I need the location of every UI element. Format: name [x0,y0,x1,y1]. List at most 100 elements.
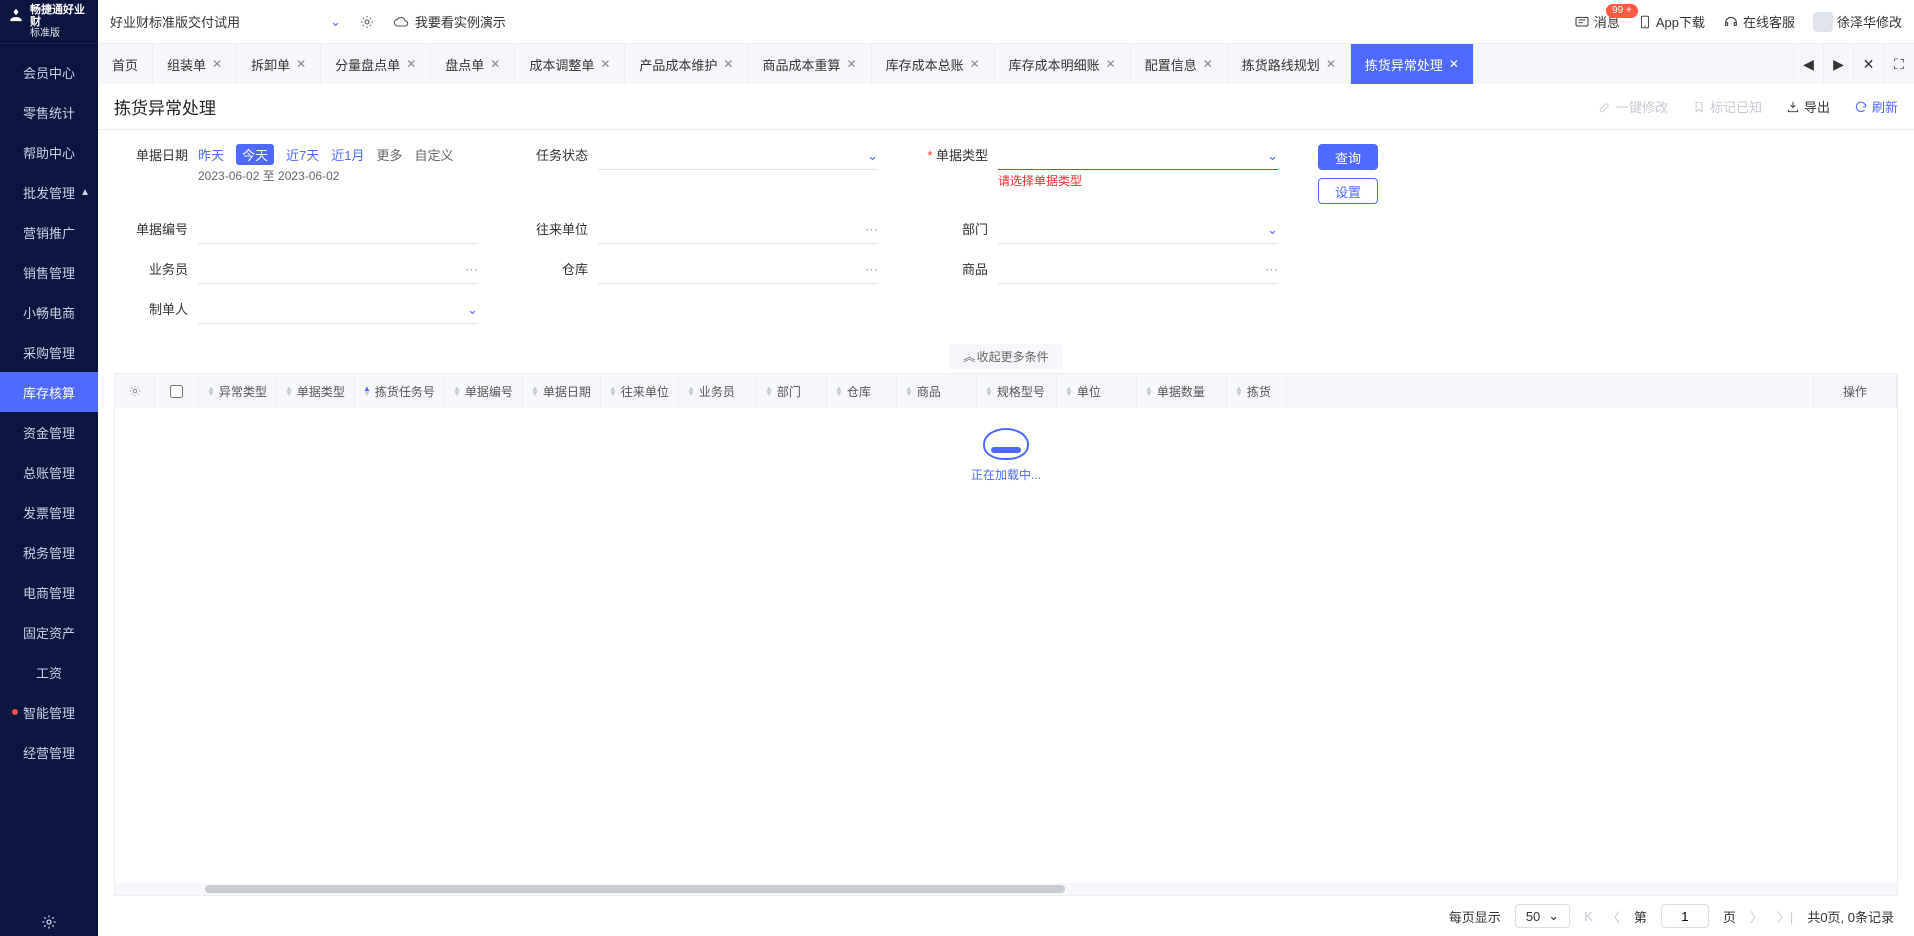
sidebar-item[interactable]: 资金管理 [0,412,98,452]
col-header[interactable]: ▲▼单据数量 [1137,374,1227,408]
tab[interactable]: 首页 [98,44,153,84]
close-icon[interactable]: ✕ [723,57,733,71]
more-icon[interactable]: ⋯ [1265,262,1278,278]
date-preset[interactable]: 近1月 [331,145,364,164]
action-refresh[interactable]: 刷新 [1854,97,1898,116]
pager-first[interactable]: K [1584,909,1593,924]
tabs-fullscreen[interactable]: ⛶ [1884,44,1914,84]
col-header[interactable]: ▲▼单据日期 [523,374,601,408]
table-hscrollbar[interactable] [115,883,1897,895]
filter-goods-input[interactable] [998,258,1278,284]
sidebar-item[interactable]: 税务管理 [0,532,98,572]
col-checkbox[interactable] [155,374,199,408]
sidebar-item[interactable]: 发票管理 [0,492,98,532]
pager-last[interactable]: 〉| [1777,907,1793,926]
col-header[interactable]: ▲▼单位 [1057,374,1137,408]
query-button[interactable]: 查询 [1318,144,1378,170]
more-icon[interactable]: ⋯ [465,262,478,278]
date-preset[interactable]: 自定义 [415,145,454,164]
more-icon[interactable]: ⋯ [865,222,878,238]
tab[interactable]: 成本调整单✕ [515,44,625,84]
sidebar-item[interactable]: 经营管理 [0,732,98,772]
tab[interactable]: 盘点单✕ [431,44,515,84]
col-header[interactable]: ▲▼单据类型 [277,374,355,408]
tabs-close-all[interactable]: ✕ [1854,44,1884,84]
filter-doc-type-input[interactable] [998,144,1278,170]
col-header[interactable]: ▲▼商品 [897,374,977,408]
date-preset[interactable]: 今天 [236,144,274,165]
tab[interactable]: 配置信息✕ [1131,44,1228,84]
per-page-select[interactable]: 50 ⌄ [1515,904,1570,928]
chevron-down-icon[interactable]: ⌄ [867,148,878,164]
action-export[interactable]: 导出 [1786,97,1830,116]
filter-party-input[interactable] [598,218,878,244]
col-header[interactable]: ▲▼业务员 [679,374,757,408]
tabs-next[interactable]: ▶ [1824,44,1854,84]
settings-icon[interactable] [359,14,375,30]
sidebar-item[interactable]: 总账管理 [0,452,98,492]
collapse-filters[interactable]: ︽ 收起更多条件 [949,344,1062,369]
filter-dept-input[interactable] [998,218,1278,244]
topbar-app-download[interactable]: App下载 [1638,12,1705,31]
date-preset[interactable]: 昨天 [198,145,224,164]
pager-prev[interactable]: 〈 [1607,907,1620,926]
sidebar-item[interactable]: 帮助中心 [0,132,98,172]
close-icon[interactable]: ✕ [1203,57,1213,71]
sidebar-item[interactable]: 小畅电商 [0,292,98,332]
env-switch[interactable]: 好业财标准版交付试用 ⌄ [110,12,341,31]
tab[interactable]: 商品成本重算✕ [748,44,871,84]
sidebar-item[interactable]: 库存核算 [0,372,98,412]
filter-doc-no-input[interactable] [198,218,478,244]
chevron-down-icon[interactable]: ⌄ [1267,222,1278,238]
close-icon[interactable]: ✕ [600,57,610,71]
chevron-down-icon[interactable]: ⌄ [1267,148,1278,164]
filter-warehouse-input[interactable] [598,258,878,284]
chevron-down-icon[interactable]: ⌄ [467,302,478,318]
close-icon[interactable]: ✕ [296,57,306,71]
sidebar-item[interactable]: 采购管理 [0,332,98,372]
tab[interactable]: 拣货异常处理✕ [1351,44,1474,84]
sidebar-item[interactable]: 营销推广 [0,212,98,252]
tab[interactable]: 拆卸单✕ [237,44,321,84]
tab[interactable]: 产品成本维护✕ [625,44,748,84]
pager-next[interactable]: 〉 [1750,907,1763,926]
date-preset[interactable]: 近7天 [286,145,319,164]
topbar-messages[interactable]: 消息 99 + [1574,12,1620,31]
col-header[interactable]: ▲▼仓库 [827,374,897,408]
sidebar-item[interactable]: 工资 [0,652,98,692]
more-icon[interactable]: ⋯ [865,262,878,278]
sidebar-item[interactable]: 会员中心 [0,52,98,92]
tab[interactable]: 分量盘点单✕ [321,44,431,84]
filter-maker-input[interactable] [198,298,478,324]
col-header[interactable]: ▲▼异常类型 [199,374,277,408]
col-header[interactable]: ▲▼单据编号 [445,374,523,408]
sidebar-item[interactable]: 固定资产 [0,612,98,652]
close-icon[interactable]: ✕ [1449,57,1459,71]
gear-icon[interactable] [41,914,57,930]
topbar-user[interactable]: 徐泽华修改 [1813,12,1902,32]
close-icon[interactable]: ✕ [406,57,416,71]
tab[interactable]: 库存成本明细账✕ [995,44,1131,84]
col-settings-button[interactable] [115,374,155,408]
scrollbar-thumb[interactable] [205,885,1065,893]
tab[interactable]: 拣货路线规划✕ [1228,44,1351,84]
close-icon[interactable]: ✕ [212,57,222,71]
close-icon[interactable]: ✕ [1106,57,1116,71]
page-input[interactable] [1661,904,1709,928]
col-header[interactable]: ▲▼拣货 [1227,374,1287,408]
sidebar-item[interactable]: 零售统计 [0,92,98,132]
filter-task-status-input[interactable] [598,144,878,170]
sidebar-item[interactable]: 智能管理 [0,692,98,732]
topbar-support[interactable]: 在线客服 [1723,12,1795,31]
col-header[interactable]: ▲▼往来单位 [601,374,679,408]
close-icon[interactable]: ✕ [847,57,857,71]
close-icon[interactable]: ✕ [970,57,980,71]
setting-button[interactable]: 设置 [1318,178,1378,204]
sidebar-item[interactable]: 电商管理 [0,572,98,612]
col-header[interactable]: ▲▼部门 [757,374,827,408]
select-all-checkbox[interactable] [170,385,183,398]
tab[interactable]: 库存成本总账✕ [872,44,995,84]
tab[interactable]: 组装单✕ [153,44,237,84]
filter-salesman-input[interactable] [198,258,478,284]
sidebar-item[interactable]: 销售管理 [0,252,98,292]
